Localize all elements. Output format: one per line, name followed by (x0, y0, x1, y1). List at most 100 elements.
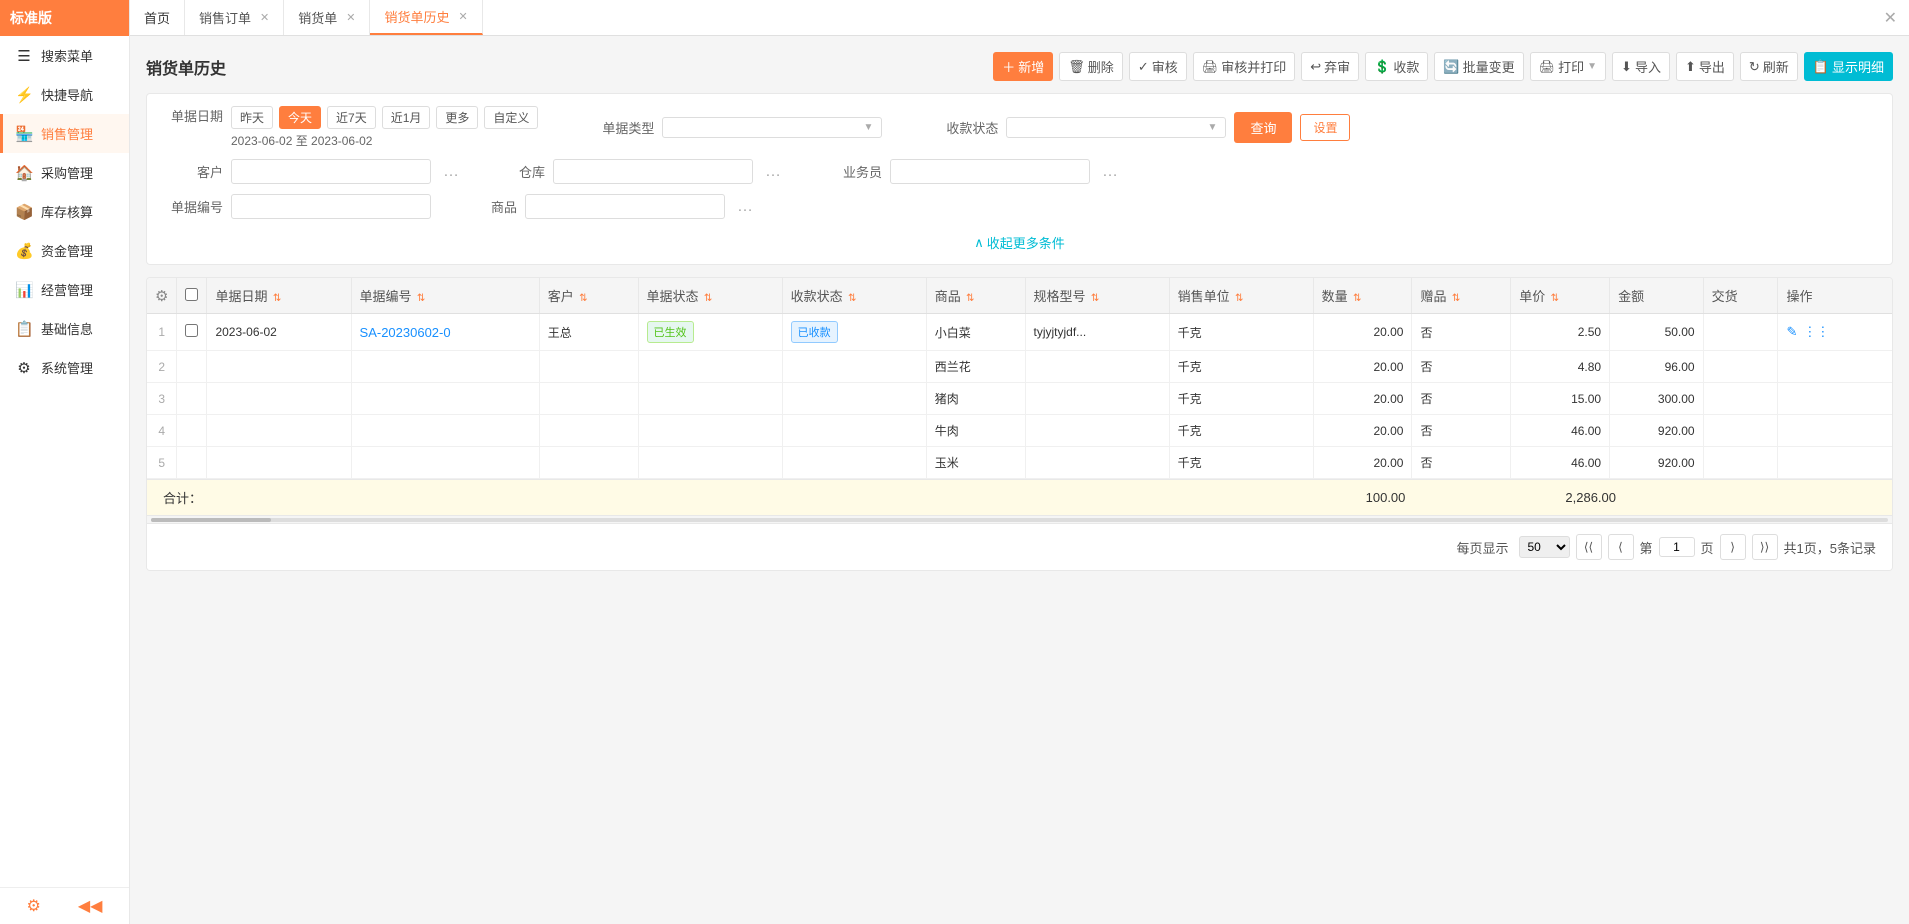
search-menu-icon: ☰ (15, 47, 33, 65)
customer-input[interactable] (231, 159, 431, 184)
sidebar-settings-btn[interactable]: ⚙ (27, 896, 41, 916)
scroll-thumb[interactable] (151, 518, 271, 522)
doc-type-select[interactable]: ▼ (662, 117, 882, 138)
toolbar: ＋ 新增 🗑 删除 ✓ 审核 🖨 审核并打印 ↩ 弃审 (993, 52, 1893, 81)
pay-status-select[interactable]: ▼ (1006, 117, 1226, 138)
page-first-btn[interactable]: ⟨⟨ (1576, 534, 1602, 560)
goods-more-icon[interactable]: … (737, 198, 753, 216)
sidebar-item-system[interactable]: ⚙ 系统管理 (0, 348, 129, 387)
query-button[interactable]: 查询 (1234, 112, 1292, 143)
customer-more-icon[interactable]: … (443, 163, 459, 181)
sidebar-item-funds[interactable]: 💰 资金管理 (0, 231, 129, 270)
sidebar-item-basic[interactable]: 📋 基础信息 (0, 309, 129, 348)
import-icon: ⬇ (1621, 59, 1632, 75)
batch-change-button[interactable]: 🔄 批量变更 (1434, 52, 1523, 81)
col-pay-status[interactable]: 收款状态 ⇅ (782, 278, 926, 314)
new-button[interactable]: ＋ 新增 (993, 52, 1053, 81)
tab-sales-goods[interactable]: 销货单 ✕ (284, 0, 370, 35)
col-date[interactable]: 单据日期 ⇅ (207, 278, 351, 314)
row-unit: 千克 (1169, 314, 1313, 351)
table-row: 4牛肉千克20.00否46.00920.00 (147, 415, 1892, 447)
show-details-button[interactable]: 📋 显示明细 (1804, 52, 1893, 81)
date-yesterday-btn[interactable]: 昨天 (231, 106, 273, 129)
row-customer (539, 415, 638, 447)
tab-sales-order-close[interactable]: ✕ (260, 11, 269, 24)
customer-label: 客户 (163, 162, 223, 181)
col-settings-icon[interactable]: ⚙ (155, 288, 168, 305)
col-doc-status[interactable]: 单据状态 ⇅ (638, 278, 782, 314)
tab-sales-history-close[interactable]: ✕ (459, 10, 468, 23)
tab-sales-history[interactable]: 销货单历史 ✕ (370, 0, 482, 35)
sidebar-item-quick-nav[interactable]: ⚡ 快捷导航 (0, 75, 129, 114)
sidebar-item-inventory[interactable]: 📦 库存核算 (0, 192, 129, 231)
row-checkbox[interactable] (185, 324, 198, 337)
sidebar-collapse-btn[interactable]: ◀◀ (78, 896, 103, 916)
date-1month-btn[interactable]: 近1月 (382, 106, 431, 129)
row-checkbox-cell[interactable] (177, 314, 207, 351)
col-qty[interactable]: 数量 ⇅ (1313, 278, 1412, 314)
col-spec[interactable]: 规格型号 ⇅ (1025, 278, 1169, 314)
delete-button[interactable]: 🗑 删除 (1059, 52, 1123, 81)
doc-num-input[interactable] (231, 194, 431, 219)
page-last-btn[interactable]: ⟩⟩ (1752, 534, 1778, 560)
close-all-tabs-btn[interactable]: ✕ (1872, 8, 1909, 28)
col-goods[interactable]: 商品 ⇅ (926, 278, 1025, 314)
row-doc-num[interactable]: SA-20230602-0 (351, 314, 539, 351)
per-page-select[interactable]: 50 100 200 (1519, 536, 1570, 558)
audit-button[interactable]: ✓ 审核 (1129, 52, 1187, 81)
select-all-checkbox[interactable] (185, 288, 198, 301)
row-edit-btn[interactable]: ✎ (1786, 324, 1797, 339)
col-amount[interactable]: 金额 (1610, 278, 1704, 314)
date-7days-btn[interactable]: 近7天 (327, 106, 376, 129)
collapse-filter-btn[interactable]: ∧ 收起更多条件 (163, 229, 1876, 252)
import-button[interactable]: ⬇ 导入 (1612, 52, 1670, 81)
warehouse-more-icon[interactable]: … (765, 163, 781, 181)
col-num[interactable]: 单据编号 ⇅ (351, 278, 539, 314)
table-row: 3猪肉千克20.00否15.00300.00 (147, 383, 1892, 415)
sidebar-item-sales[interactable]: 🏪 销售管理 (0, 114, 129, 153)
refresh-button[interactable]: ↻ 刷新 (1740, 52, 1798, 81)
row-trade (1703, 383, 1778, 415)
per-page-label: 每页显示 (1456, 538, 1508, 557)
tab-sales-goods-close[interactable]: ✕ (346, 11, 355, 24)
col-unit[interactable]: 销售单位 ⇅ (1169, 278, 1313, 314)
set-button[interactable]: 设置 (1300, 114, 1350, 141)
date-custom-btn[interactable]: 自定义 (484, 106, 538, 129)
staff-input[interactable] (890, 159, 1090, 184)
date-today-btn[interactable]: 今天 (279, 106, 321, 129)
abandon-button[interactable]: ↩ 弃审 (1301, 52, 1359, 81)
row-more-btn[interactable]: ⋮⋮ (1803, 324, 1829, 339)
goods-input[interactable] (525, 194, 725, 219)
col-checkbox[interactable] (177, 278, 207, 314)
page-number-input[interactable] (1659, 537, 1695, 557)
staff-more-icon[interactable]: … (1102, 163, 1118, 181)
sidebar-item-ops[interactable]: 📊 经营管理 (0, 270, 129, 309)
page-next-btn[interactable]: ⟩ (1720, 534, 1746, 560)
tab-home[interactable]: 首页 (130, 0, 185, 35)
quick-nav-icon: ⚡ (15, 86, 33, 104)
main-table: ⚙ 单据日期 ⇅ 单据编号 ⇅ (147, 278, 1892, 479)
tab-sales-order[interactable]: 销售订单 ✕ (185, 0, 284, 35)
col-price[interactable]: 单价 ⇅ (1511, 278, 1610, 314)
basic-icon: 📋 (15, 320, 33, 338)
col-pay-status-label: 收款状态 (791, 289, 843, 304)
row-actions[interactable]: ✎ ⋮⋮ (1778, 314, 1892, 351)
collect-button[interactable]: 💲 收款 (1365, 52, 1428, 81)
col-trade[interactable]: 交货 (1703, 278, 1778, 314)
scroll-bar[interactable] (147, 515, 1892, 523)
col-gift[interactable]: 赠品 ⇅ (1412, 278, 1511, 314)
sidebar-item-search-menu[interactable]: ☰ 搜索菜单 (0, 36, 129, 75)
row-pay-status (782, 383, 926, 415)
page-title: 销货单历史 (146, 55, 993, 79)
abandon-icon: ↩ (1310, 59, 1321, 75)
sidebar-logo: 标准版 (0, 0, 129, 36)
sidebar-item-purchase[interactable]: 🏠 采购管理 (0, 153, 129, 192)
page-prev-btn[interactable]: ⟨ (1608, 534, 1634, 560)
col-settings[interactable]: ⚙ (147, 278, 177, 314)
col-customer[interactable]: 客户 ⇅ (539, 278, 638, 314)
date-more-btn[interactable]: 更多 (436, 106, 478, 129)
export-button[interactable]: ⬆ 导出 (1676, 52, 1734, 81)
warehouse-input[interactable] (553, 159, 753, 184)
print-button[interactable]: 🖨 打印 ▼ (1530, 52, 1606, 81)
audit-print-button[interactable]: 🖨 审核并打印 (1193, 52, 1296, 81)
